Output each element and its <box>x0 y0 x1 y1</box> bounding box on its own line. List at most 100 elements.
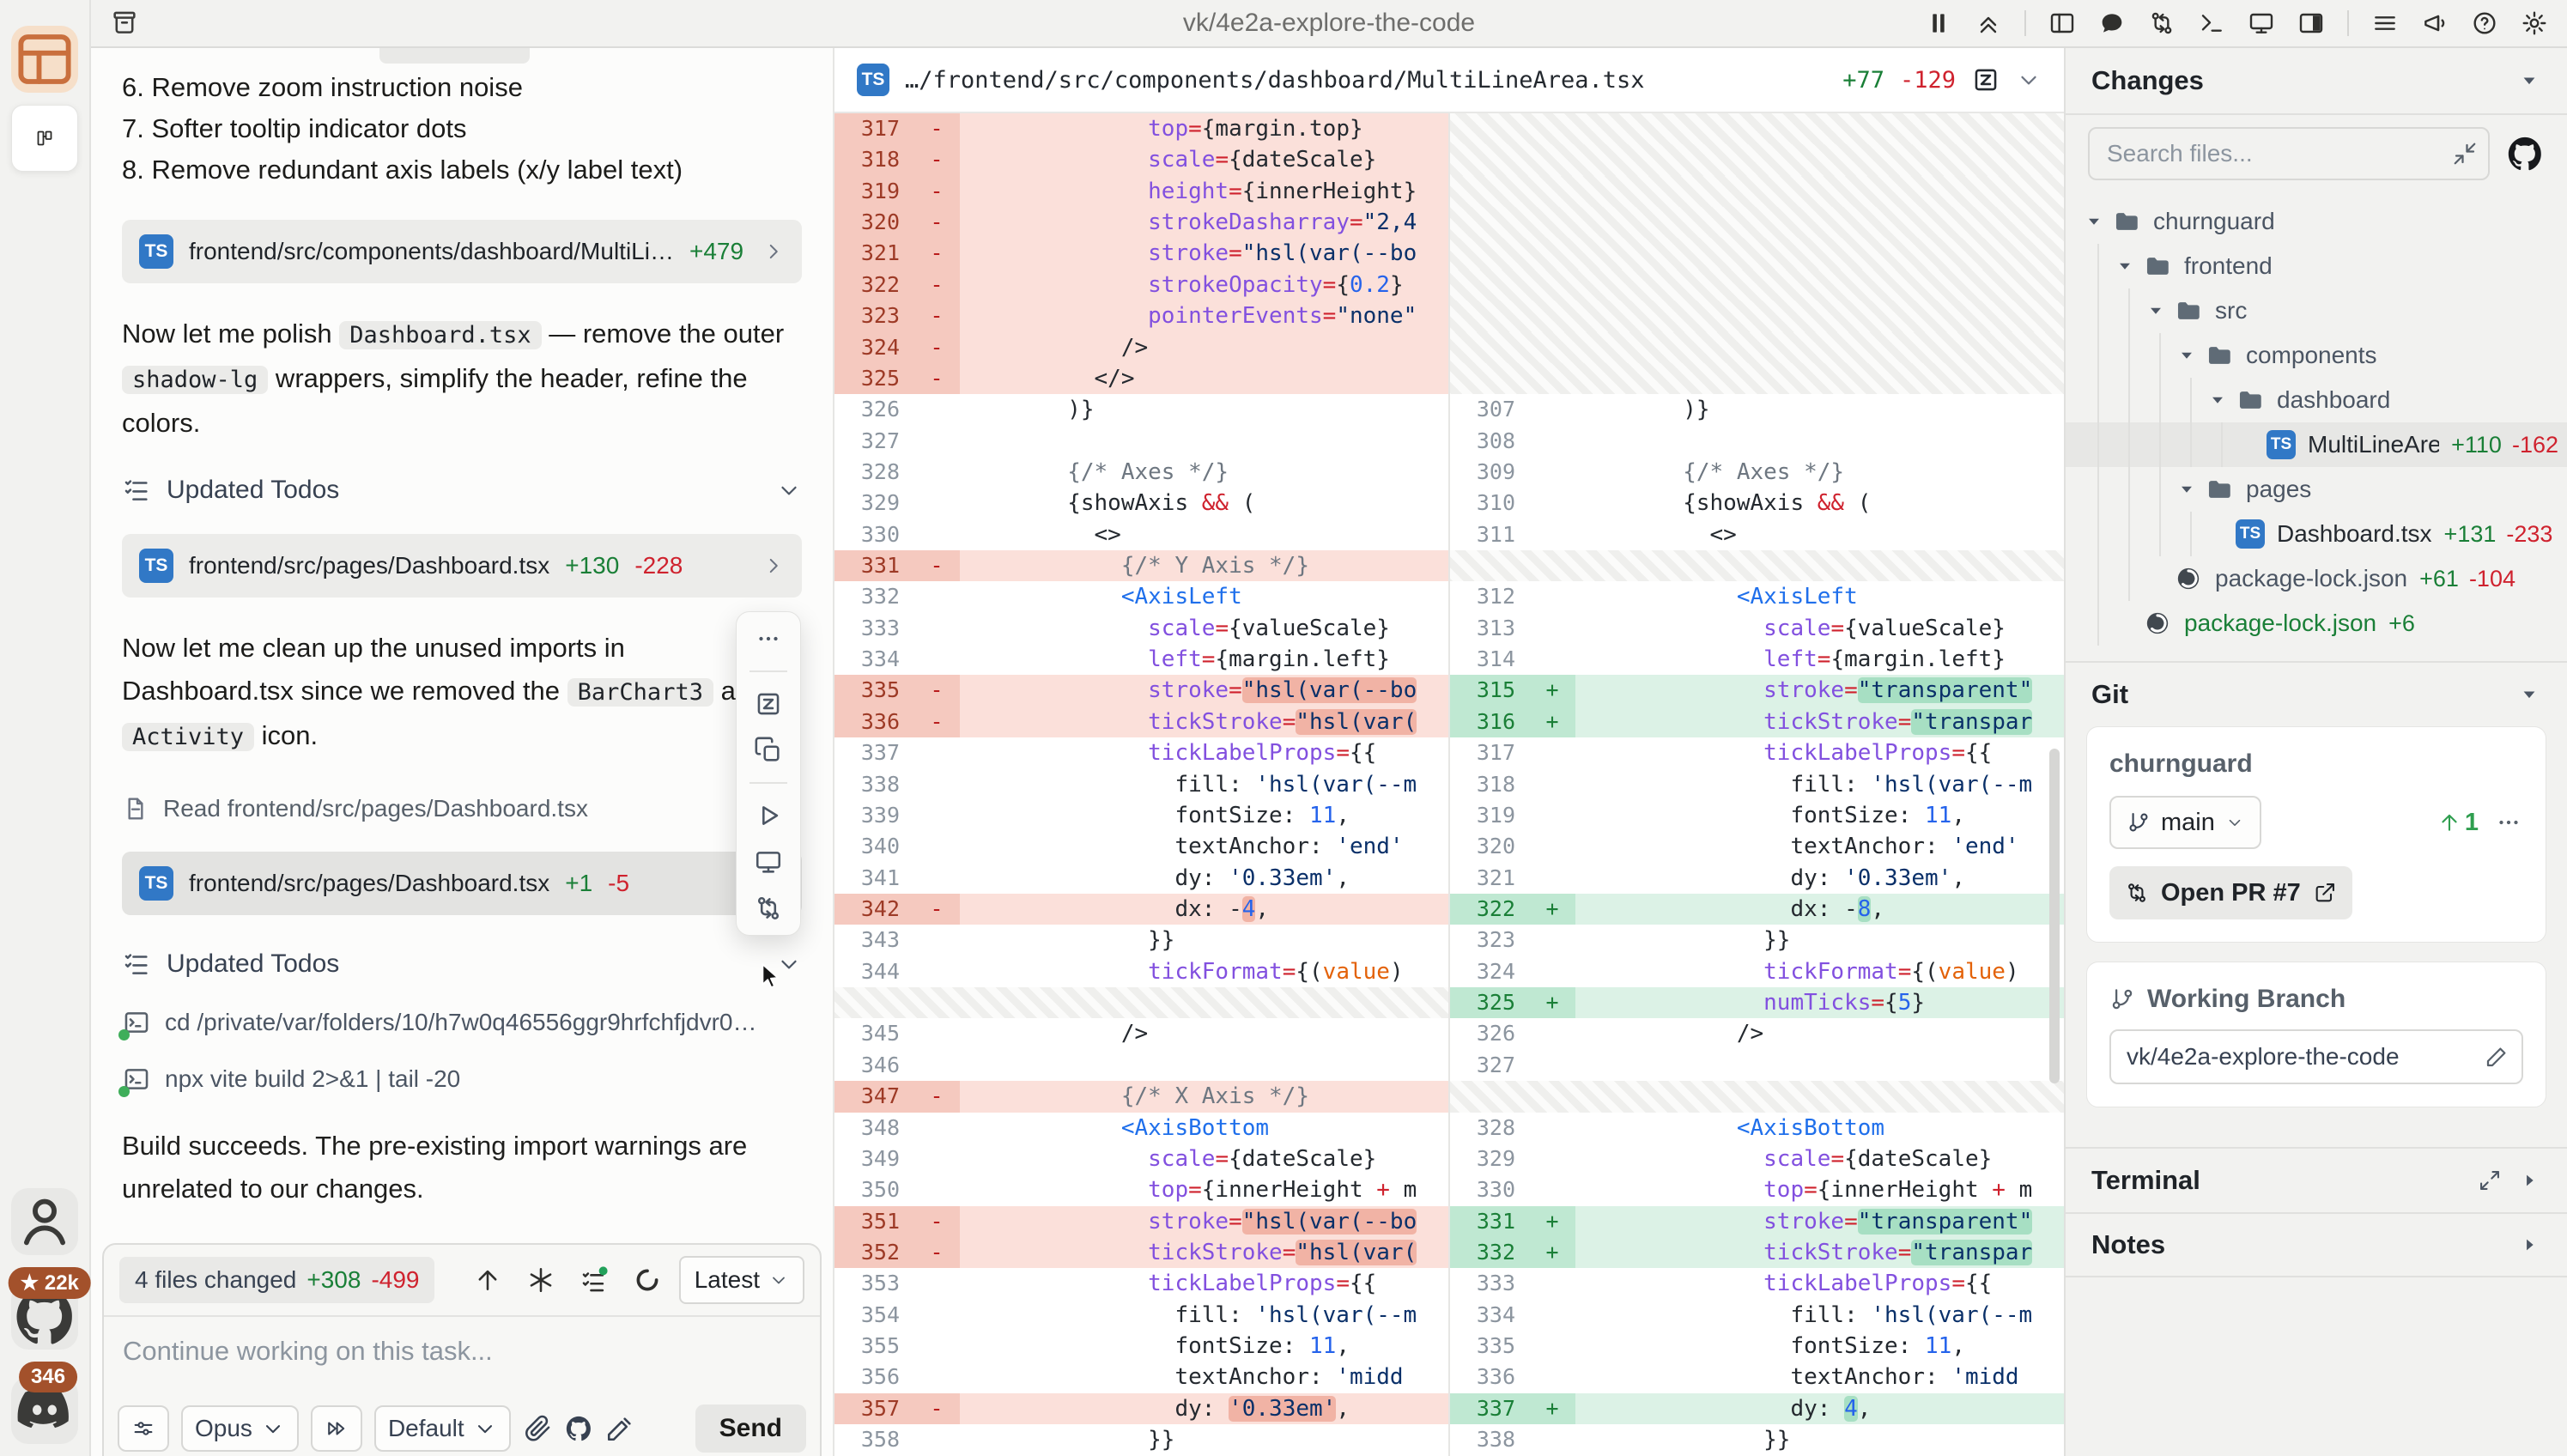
line-number: 321 <box>1450 863 1529 894</box>
collapse-diff-icon[interactable] <box>2016 67 2042 93</box>
attach-icon[interactable] <box>523 1414 552 1443</box>
additions-count: +110 <box>2451 432 2502 458</box>
send-button[interactable]: Send <box>695 1404 806 1453</box>
checklist-dot-icon[interactable] <box>580 1265 609 1295</box>
line-number: 326 <box>1450 1018 1529 1049</box>
gear-icon[interactable] <box>2521 9 2548 37</box>
megaphone-icon[interactable] <box>2421 9 2449 37</box>
file-chip-dashboard[interactable]: TS frontend/src/pages/Dashboard.tsx +130… <box>122 534 802 598</box>
diff-row: 323- pointerEvents="none" <box>834 300 1448 331</box>
read-file-item[interactable]: Read frontend/src/pages/Dashboard.tsx <box>122 795 802 822</box>
todos-label: Updated Todos <box>167 476 339 505</box>
rail-tab-board[interactable] <box>11 105 78 172</box>
monitor-icon[interactable] <box>2248 9 2275 37</box>
tree-item-components[interactable]: components <box>2066 333 2567 378</box>
more-options-icon[interactable] <box>2494 808 2523 837</box>
tree-item-src[interactable]: src <box>2066 288 2567 333</box>
monitor-icon[interactable] <box>754 847 783 877</box>
help-circle-icon[interactable] <box>2471 9 2498 37</box>
working-branch-input[interactable] <box>2109 1029 2523 1084</box>
changes-section-header[interactable]: Changes <box>2066 48 2567 113</box>
line-number: 313 <box>1450 613 1529 644</box>
code-line: fontSize: 11, <box>960 1331 1448 1362</box>
tree-item-multilinearea-tsx[interactable]: TSMultiLineArea.tsx+110-162 <box>2066 422 2567 467</box>
git-compare-icon[interactable] <box>754 894 783 923</box>
mode-label: Default <box>388 1415 464 1442</box>
zed-logo-icon[interactable] <box>754 689 783 719</box>
person-icon <box>11 1188 78 1255</box>
code-line: )} <box>1575 394 2064 425</box>
spark-icon[interactable] <box>526 1265 555 1295</box>
diff-row: 337+ dy: 4, <box>1450 1393 2064 1424</box>
pen-icon[interactable] <box>605 1414 634 1443</box>
chevrons-up-icon[interactable] <box>1975 9 2002 37</box>
version-dropdown[interactable]: Latest <box>679 1256 804 1304</box>
play-icon[interactable] <box>754 801 783 830</box>
line-number: 338 <box>834 769 913 800</box>
menu-icon[interactable] <box>2371 9 2399 37</box>
panel-left-icon[interactable] <box>2048 9 2076 37</box>
dots-horizontal-icon[interactable] <box>754 624 783 653</box>
github-icon[interactable] <box>2505 134 2545 173</box>
collapse-tree-icon[interactable] <box>2452 141 2478 167</box>
fast-forward-button[interactable] <box>311 1405 362 1452</box>
open-pr-button[interactable]: Open PR #7 <box>2109 866 2352 919</box>
github-small-icon[interactable] <box>564 1414 593 1443</box>
terminal-command-item[interactable]: cd /private/var/folders/10/h7w0q46556ggr… <box>122 1008 802 1037</box>
updated-todos-toggle[interactable]: Updated Todos <box>122 949 802 979</box>
git-section-header[interactable]: Git <box>2066 661 2567 726</box>
file-chip-dashboard-small[interactable]: TS frontend/src/pages/Dashboard.tsx +1 -… <box>122 852 802 915</box>
panel-right-filled-icon[interactable] <box>2297 9 2325 37</box>
terminal-icon[interactable] <box>2198 9 2225 37</box>
expand-terminal-icon[interactable] <box>2478 1168 2502 1192</box>
diff-row: 313 scale={valueScale} <box>1450 613 2064 644</box>
tree-item-dashboard-tsx[interactable]: TSDashboard.tsx+131-233 <box>2066 512 2567 556</box>
github-button[interactable]: ★ 22k <box>11 1283 78 1350</box>
diff-scrollbar[interactable] <box>2049 749 2060 1083</box>
archive-box-icon[interactable] <box>110 9 139 38</box>
open-in-editor-icon[interactable] <box>1971 65 2000 94</box>
notes-section-header[interactable]: Notes <box>2066 1212 2567 1277</box>
terminal-command-item[interactable]: npx vite build 2>&1 | tail -20 <box>122 1065 802 1094</box>
diff-sign: + <box>1529 675 1575 706</box>
model-dropdown[interactable]: Opus <box>181 1405 299 1452</box>
divider <box>749 670 787 672</box>
tree-item-churnguard[interactable]: churnguard <box>2066 199 2567 244</box>
edit-branch-icon[interactable] <box>2484 1044 2509 1070</box>
updated-todos-toggle[interactable]: Updated Todos <box>122 476 802 505</box>
discord-button[interactable]: 346 <box>11 1377 78 1444</box>
line-number: 354 <box>834 1300 913 1331</box>
branch-dropdown[interactable]: main <box>2109 796 2261 849</box>
diff-row: 317- top={margin.top} <box>834 113 1448 144</box>
rail-tab-workspace[interactable] <box>11 26 78 93</box>
account-button[interactable] <box>11 1188 78 1255</box>
spinner-icon[interactable] <box>633 1265 662 1295</box>
line-number: 335 <box>1450 1331 1529 1362</box>
code-line: tickFormat={(value) <box>1575 956 2064 987</box>
terminal-section-header[interactable]: Terminal <box>2066 1147 2567 1212</box>
tree-item-frontend[interactable]: frontend <box>2066 244 2567 288</box>
line-number: 332 <box>834 581 913 612</box>
tree-item-package-lock-json[interactable]: package-lock.json+6 <box>2066 601 2567 646</box>
diff-sign: - <box>913 113 960 144</box>
file-chip-multilinearea[interactable]: TS frontend/src/components/dashboard/Mul… <box>122 220 802 283</box>
settings-sliders-button[interactable] <box>118 1405 169 1452</box>
search-input[interactable] <box>2088 127 2490 180</box>
kanban-icon <box>34 128 55 149</box>
tree-indent-guides <box>2083 556 2145 601</box>
tree-item-package-lock-json[interactable]: package-lock.json+61-104 <box>2066 556 2567 601</box>
git-compare-icon[interactable] <box>2148 9 2176 37</box>
code-line: fill: 'hsl(var(--m <box>960 1300 1448 1331</box>
line-number: 328 <box>1450 1113 1529 1144</box>
mode-dropdown[interactable]: Default <box>374 1405 511 1452</box>
arrow-up-icon[interactable] <box>473 1265 502 1295</box>
line-number: 326 <box>834 394 913 425</box>
chat-bubble-icon[interactable] <box>2098 9 2126 37</box>
tree-item-pages[interactable]: pages <box>2066 467 2567 512</box>
chat-input[interactable] <box>123 1336 801 1367</box>
line-number: 324 <box>834 332 913 363</box>
copy-icon[interactable] <box>754 736 783 765</box>
pause-icon[interactable] <box>1925 9 1952 37</box>
tree-item-dashboard[interactable]: dashboard <box>2066 378 2567 422</box>
files-changed-badge[interactable]: 4 files changed +308 -499 <box>119 1257 434 1303</box>
